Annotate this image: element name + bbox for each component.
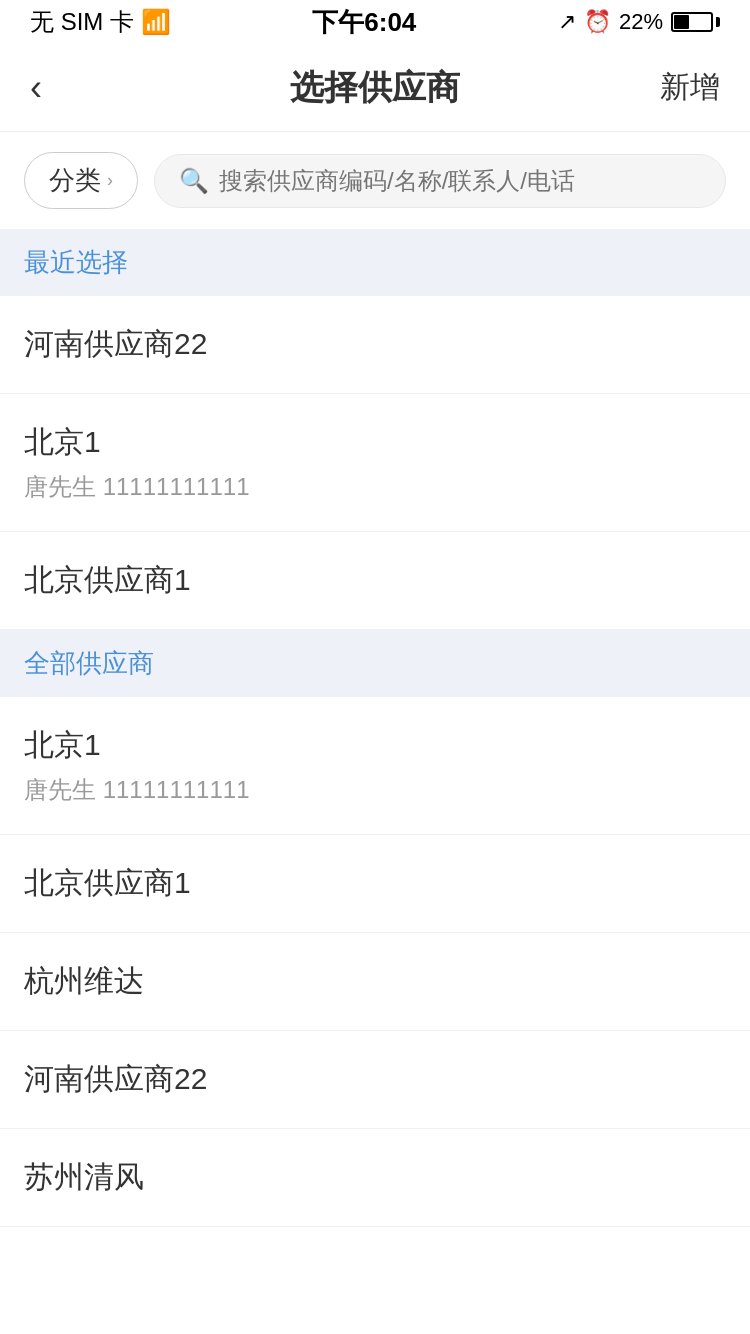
status-time: 下午6:04 xyxy=(312,5,416,40)
supplier-name: 河南供应商22 xyxy=(24,324,726,365)
all-item-2[interactable]: 北京供应商1 xyxy=(0,835,750,933)
supplier-name: 苏州清风 xyxy=(24,1157,726,1198)
all-item-4[interactable]: 河南供应商22 xyxy=(0,1031,750,1129)
supplier-name: 北京1 xyxy=(24,725,726,766)
supplier-name: 河南供应商22 xyxy=(24,1059,726,1100)
all-item-5[interactable]: 苏州清风 xyxy=(0,1129,750,1227)
recent-item-3[interactable]: 北京供应商1 xyxy=(0,532,750,630)
all-item-1[interactable]: 北京1 唐先生 11111111111 xyxy=(0,697,750,835)
location-icon: ↗ xyxy=(558,9,576,35)
supplier-sub: 唐先生 11111111111 xyxy=(24,471,726,503)
all-section-header: 全部供应商 xyxy=(0,630,750,697)
search-box[interactable]: 🔍 xyxy=(154,154,726,208)
supplier-name: 北京供应商1 xyxy=(24,863,726,904)
filter-bar: 分类 › 🔍 xyxy=(0,132,750,229)
supplier-name: 北京供应商1 xyxy=(24,560,726,601)
supplier-name: 北京1 xyxy=(24,422,726,463)
status-bar: 无 SIM 卡 📶 下午6:04 ↗ ⏰ 22% xyxy=(0,0,750,44)
recent-section-header: 最近选择 xyxy=(0,229,750,296)
back-button[interactable]: ‹ xyxy=(30,67,90,109)
category-filter-button[interactable]: 分类 › xyxy=(24,152,138,209)
recent-items-list: 河南供应商22 北京1 唐先生 11111111111 北京供应商1 xyxy=(0,296,750,630)
page-title: 选择供应商 xyxy=(290,65,460,111)
category-label: 分类 xyxy=(49,163,101,198)
recent-item-1[interactable]: 河南供应商22 xyxy=(0,296,750,394)
battery-indicator xyxy=(671,12,720,32)
supplier-sub: 唐先生 11111111111 xyxy=(24,774,726,806)
search-input[interactable] xyxy=(219,167,701,195)
battery-percent: 22% xyxy=(619,9,663,35)
status-right: ↗ ⏰ 22% xyxy=(558,9,720,35)
status-signal: 无 SIM 卡 📶 xyxy=(30,6,171,38)
all-item-3[interactable]: 杭州维达 xyxy=(0,933,750,1031)
search-icon: 🔍 xyxy=(179,167,209,195)
chevron-right-icon: › xyxy=(107,170,113,191)
add-button[interactable]: 新增 xyxy=(660,67,720,108)
recent-item-2[interactable]: 北京1 唐先生 11111111111 xyxy=(0,394,750,532)
all-items-list: 北京1 唐先生 11111111111 北京供应商1 杭州维达 河南供应商22 … xyxy=(0,697,750,1227)
supplier-name: 杭州维达 xyxy=(24,961,726,1002)
alarm-icon: ⏰ xyxy=(584,9,611,35)
nav-bar: ‹ 选择供应商 新增 xyxy=(0,44,750,132)
